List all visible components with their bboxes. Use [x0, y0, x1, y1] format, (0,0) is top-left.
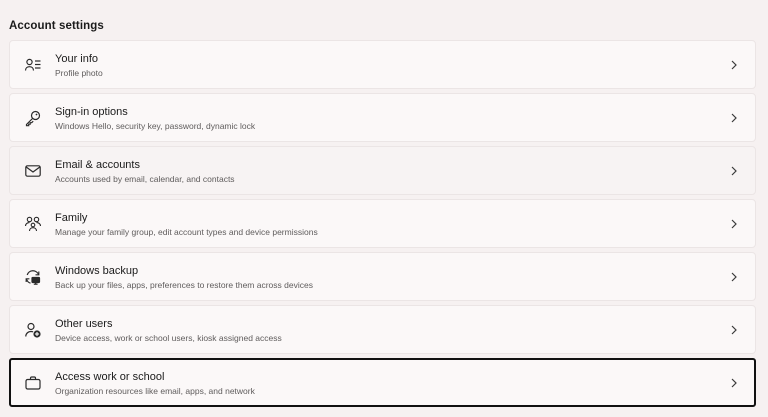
- family-icon: [24, 215, 42, 233]
- backup-icon: [24, 268, 42, 286]
- settings-item-subtitle: Device access, work or school users, kio…: [55, 333, 282, 343]
- briefcase-icon: [24, 374, 42, 392]
- settings-item-title: Email & accounts: [55, 159, 140, 171]
- chevron-right-icon: [729, 112, 739, 124]
- settings-item-title: Windows backup: [55, 265, 139, 277]
- settings-item-windows-backup[interactable]: Windows backup Back up your files, apps,…: [9, 252, 756, 301]
- chevron-right-icon: [729, 165, 739, 177]
- settings-item-other-users[interactable]: Other users Device access, work or schoo…: [9, 305, 756, 354]
- chevron-right-icon: [729, 377, 739, 389]
- person-list-icon: [24, 56, 42, 74]
- settings-item-sign-in-options[interactable]: Sign-in options Windows Hello, security …: [9, 93, 756, 142]
- chevron-right-icon: [729, 59, 739, 71]
- settings-item-title: Family: [55, 212, 88, 224]
- account-settings-list: Your info Profile photo Sign-in options …: [9, 40, 756, 411]
- settings-item-subtitle: Organization resources like email, apps,…: [55, 386, 255, 396]
- settings-item-title: Access work or school: [55, 371, 165, 383]
- settings-item-subtitle: Back up your files, apps, preferences to…: [55, 280, 313, 290]
- settings-item-title: Sign-in options: [55, 106, 128, 118]
- settings-item-subtitle: Profile photo: [55, 68, 103, 78]
- settings-item-subtitle: Accounts used by email, calendar, and co…: [55, 174, 235, 184]
- settings-item-email-accounts[interactable]: Email & accounts Accounts used by email,…: [9, 146, 756, 195]
- settings-item-title: Your info: [55, 53, 99, 65]
- person-add-icon: [24, 321, 42, 339]
- chevron-right-icon: [729, 218, 739, 230]
- settings-item-your-info[interactable]: Your info Profile photo: [9, 40, 756, 89]
- settings-item-access-work-or-school[interactable]: Access work or school Organization resou…: [9, 358, 756, 407]
- chevron-right-icon: [729, 324, 739, 336]
- page-title: Account settings: [9, 20, 104, 32]
- settings-item-subtitle: Manage your family group, edit account t…: [55, 227, 318, 237]
- settings-item-family[interactable]: Family Manage your family group, edit ac…: [9, 199, 756, 248]
- settings-item-subtitle: Windows Hello, security key, password, d…: [55, 121, 256, 131]
- key-icon: [24, 109, 42, 127]
- settings-item-title: Other users: [55, 318, 113, 330]
- chevron-right-icon: [729, 271, 739, 283]
- mail-icon: [24, 162, 42, 180]
